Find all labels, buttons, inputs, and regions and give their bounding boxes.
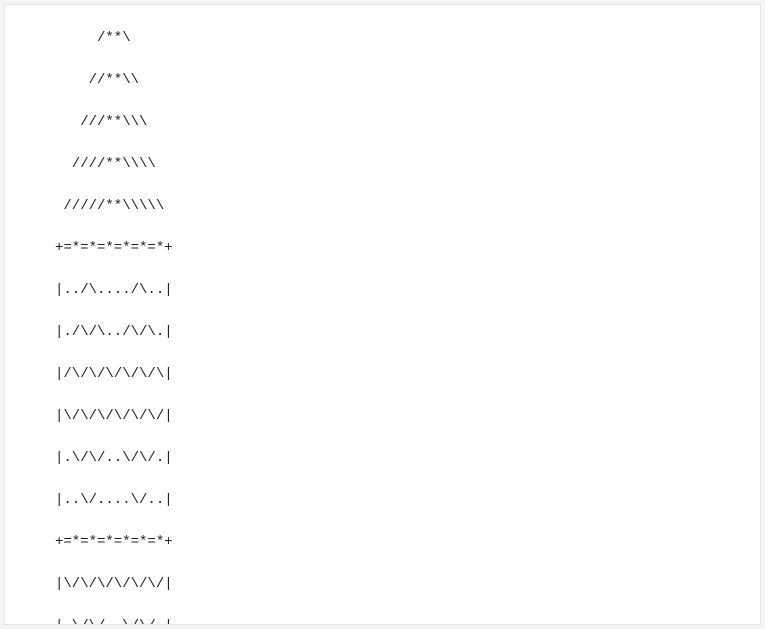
ascii-line: /////**\\\\\ [55, 196, 710, 217]
ascii-line: +=*=*=*=*=*=*+ [55, 532, 710, 553]
ascii-line: /**\ [55, 28, 710, 49]
ascii-line: |\/\/\/\/\/\/| [55, 406, 710, 427]
ascii-line: |../\..../\..| [55, 280, 710, 301]
ascii-line: ///**\\\ [55, 112, 710, 133]
ascii-line: +=*=*=*=*=*=*+ [55, 238, 710, 259]
ascii-line: |.\/\/..\/\/.| [55, 448, 710, 469]
ascii-line: |.\/\/..\/\/.| [55, 616, 710, 625]
ascii-line: //**\\ [55, 70, 710, 91]
ascii-line: |/\/\/\/\/\/\| [55, 364, 710, 385]
ascii-line: |\/\/\/\/\/\/| [55, 574, 710, 595]
ascii-line: |..\/....\/..| [55, 490, 710, 511]
ascii-line: ////**\\\\ [55, 154, 710, 175]
ascii-art-container: /**\ //**\\ ///**\\\ ////**\\\\ /////**\… [4, 4, 761, 625]
ascii-line: |./\/\../\/\.| [55, 322, 710, 343]
